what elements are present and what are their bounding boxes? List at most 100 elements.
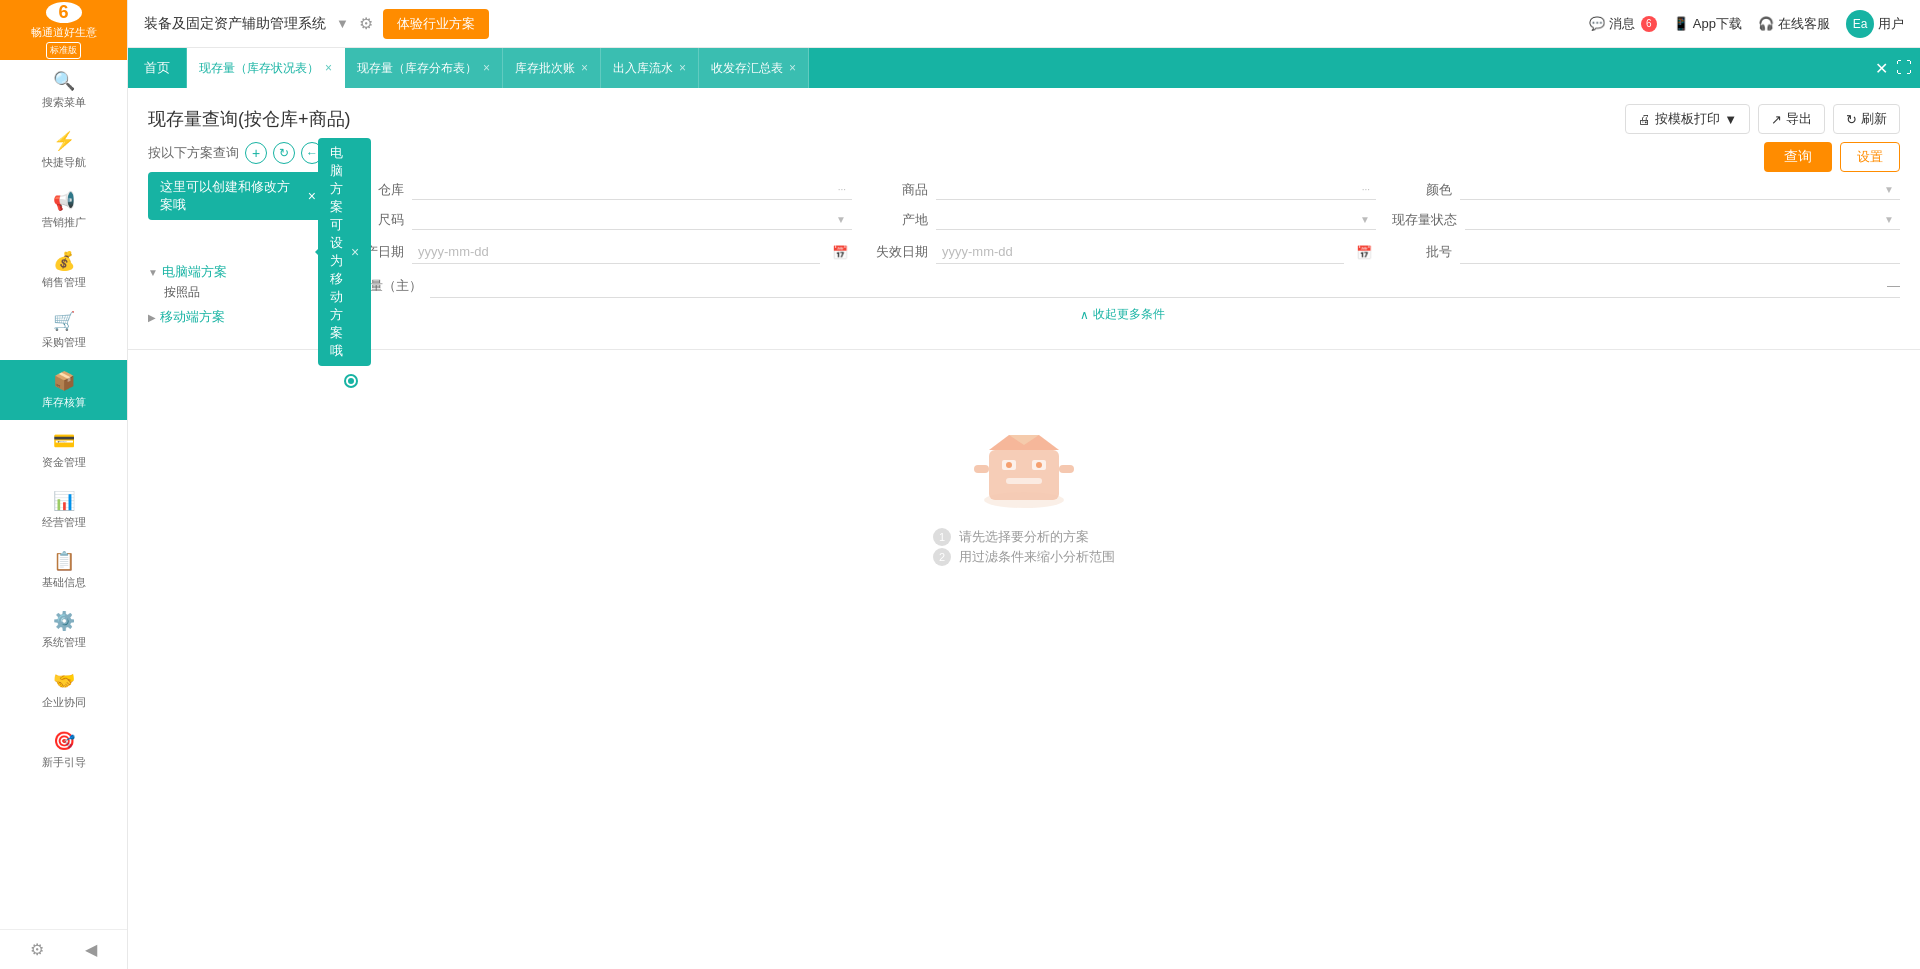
- svg-rect-8: [1059, 465, 1074, 473]
- sidebar-item-sales[interactable]: 💰 销售管理: [0, 240, 127, 300]
- system-dropdown-icon[interactable]: ▼: [336, 16, 349, 31]
- sidebar-item-marketing[interactable]: 📢 营销推广: [0, 180, 127, 240]
- tab-inventory-status-close[interactable]: ×: [325, 61, 332, 75]
- filter-row-4: 现存量（主） —: [344, 274, 1900, 298]
- collapse-label: 收起更多条件: [1093, 306, 1165, 323]
- tab-batch-account-close[interactable]: ×: [581, 61, 588, 75]
- collapse-button[interactable]: ∧ 收起更多条件: [344, 298, 1900, 331]
- sales-icon: 💰: [53, 250, 75, 272]
- produce-date-calendar-icon[interactable]: 📅: [828, 245, 852, 260]
- export-button[interactable]: ↗ 导出: [1758, 104, 1825, 134]
- tab-batch-account[interactable]: 库存批次账 ×: [503, 48, 601, 88]
- message-button[interactable]: 💬 消息 6: [1589, 15, 1657, 33]
- expire-date-calendar-icon[interactable]: 📅: [1352, 245, 1376, 260]
- batch-input[interactable]: [1460, 240, 1900, 264]
- export-icon: ↗: [1771, 112, 1782, 127]
- refresh-button[interactable]: ↻ 刷新: [1833, 104, 1900, 134]
- app-download-button[interactable]: 📱 App下载: [1673, 15, 1742, 33]
- tab-in-out-flow-label: 出入库流水: [613, 60, 673, 77]
- settings-icon[interactable]: ⚙: [359, 14, 373, 33]
- sidebar-label-operation: 经营管理: [42, 515, 86, 530]
- sidebar-label-inventory: 库存核算: [42, 395, 86, 410]
- empty-svg: [964, 410, 1084, 510]
- sidebar-item-finance[interactable]: 💳 资金管理: [0, 420, 127, 480]
- sidebar-item-guide[interactable]: 🎯 新手引导: [0, 720, 127, 780]
- tooltip-1-close[interactable]: ×: [351, 244, 359, 260]
- tooltip-2-close[interactable]: ×: [308, 188, 316, 204]
- sidebar-item-nav[interactable]: ⚡ 快捷导航: [0, 120, 127, 180]
- product-select[interactable]: ···: [936, 180, 1376, 200]
- tab-receive-total[interactable]: 收发存汇总表 ×: [699, 48, 809, 88]
- sidebar-settings-btn[interactable]: ⚙: [30, 940, 44, 959]
- mobile-section-label: 移动端方案: [160, 308, 225, 326]
- warehouse-select[interactable]: ···: [412, 180, 852, 200]
- field-product: 商品 ···: [868, 180, 1376, 200]
- tree-section-mobile-header[interactable]: ▶ 移动端方案: [148, 305, 328, 329]
- stock-qty-from[interactable]: [430, 274, 1883, 297]
- origin-arrow-icon: ▼: [1360, 214, 1370, 225]
- sidebar-label-search: 搜索菜单: [42, 95, 86, 110]
- sidebar-collapse-btn[interactable]: ◀: [85, 940, 97, 959]
- query-button[interactable]: 查询: [1764, 142, 1832, 172]
- sidebar-item-operation[interactable]: 📊 经营管理: [0, 480, 127, 540]
- sidebar-item-basic[interactable]: 📋 基础信息: [0, 540, 127, 600]
- tab-maximize-icon[interactable]: ⛶: [1896, 59, 1912, 77]
- sidebar-item-purchase[interactable]: 🛒 采购管理: [0, 300, 127, 360]
- svg-point-5: [1006, 462, 1012, 468]
- expire-date-label: 失效日期: [868, 243, 928, 261]
- user-button[interactable]: Ea 用户: [1846, 10, 1904, 38]
- set-button[interactable]: 设置: [1840, 142, 1900, 172]
- color-select[interactable]: ▼: [1460, 180, 1900, 200]
- expire-date-from[interactable]: [936, 240, 1344, 263]
- message-label: 消息: [1609, 15, 1635, 33]
- filter-refresh-button[interactable]: ↻: [273, 142, 295, 164]
- field-produce-date: 生产日期 📅: [344, 240, 852, 264]
- logo-badge: 标准版: [46, 42, 81, 59]
- field-expire-date: 失效日期 📅: [868, 240, 1376, 264]
- origin-select[interactable]: ▼: [936, 210, 1376, 230]
- search-icon: 🔍: [53, 70, 75, 92]
- logo-icon: 6: [46, 2, 82, 23]
- basic-icon: 📋: [53, 550, 75, 572]
- online-service-button[interactable]: 🎧 在线客服: [1758, 15, 1830, 33]
- tab-in-out-flow-close[interactable]: ×: [679, 61, 686, 75]
- sub-label: 按照品: [164, 285, 200, 299]
- print-template-button[interactable]: 🖨 按模板打印 ▼: [1625, 104, 1750, 134]
- empty-step-2: 2 用过滤条件来缩小分析范围: [933, 548, 1115, 566]
- svg-rect-7: [974, 465, 989, 473]
- header-left: 装备及固定资产辅助管理系统 ▼ ⚙ 体验行业方案: [144, 9, 489, 39]
- sidebar-item-system[interactable]: ⚙️ 系统管理: [0, 600, 127, 660]
- tab-inventory-dist[interactable]: 现存量（库存分布表） ×: [345, 48, 503, 88]
- tab-inventory-dist-close[interactable]: ×: [483, 61, 490, 75]
- tab-home[interactable]: 首页: [128, 48, 187, 88]
- warehouse-arrow-icon: ···: [838, 184, 846, 195]
- filter-row-1: 仓库 ··· 商品 ···: [344, 180, 1900, 200]
- filter-add-button[interactable]: +: [245, 142, 267, 164]
- tab-receive-total-close[interactable]: ×: [789, 61, 796, 75]
- sidebar-item-inventory[interactable]: 📦 库存核算: [0, 360, 127, 420]
- trial-button[interactable]: 体验行业方案: [383, 9, 489, 39]
- range-separator: —: [1887, 278, 1900, 293]
- sidebar: 6 畅通道好生意 标准版 🔍 搜索菜单 ⚡ 快捷导航 📢 营销推广 💰 销售管理…: [0, 0, 128, 969]
- sidebar-item-search[interactable]: 🔍 搜索菜单: [0, 60, 127, 120]
- stock-status-select[interactable]: ▼: [1465, 210, 1900, 230]
- tree-child-zhaopin[interactable]: 按照品: [148, 284, 328, 301]
- step-1-text: 请先选择要分析的方案: [959, 528, 1089, 546]
- produce-date-from[interactable]: [412, 240, 820, 263]
- headset-icon: 🎧: [1758, 16, 1774, 31]
- empty-step-1: 1 请先选择要分析的方案: [933, 528, 1115, 546]
- size-select[interactable]: ▼: [412, 210, 852, 230]
- refresh-label: 刷新: [1861, 110, 1887, 128]
- expire-date-input-wrap: [936, 240, 1344, 264]
- tab-inventory-status[interactable]: 现存量（库存状况表） ×: [187, 48, 345, 88]
- message-icon: 💬: [1589, 16, 1605, 31]
- stock-status-label: 现存量状态: [1392, 211, 1457, 229]
- tab-in-out-flow[interactable]: 出入库流水 ×: [601, 48, 699, 88]
- tab-close-all-icon[interactable]: ✕: [1875, 59, 1888, 78]
- purchase-icon: 🛒: [53, 310, 75, 332]
- sidebar-item-enterprise[interactable]: 🤝 企业协同: [0, 660, 127, 720]
- tree-section-pc-header[interactable]: ▼ 电脑端方案: [148, 260, 328, 284]
- sidebar-label-sales: 销售管理: [42, 275, 86, 290]
- sidebar-label-enterprise: 企业协同: [42, 695, 86, 710]
- top-header: 装备及固定资产辅助管理系统 ▼ ⚙ 体验行业方案 💬 消息 6 📱 App下载 …: [128, 0, 1920, 48]
